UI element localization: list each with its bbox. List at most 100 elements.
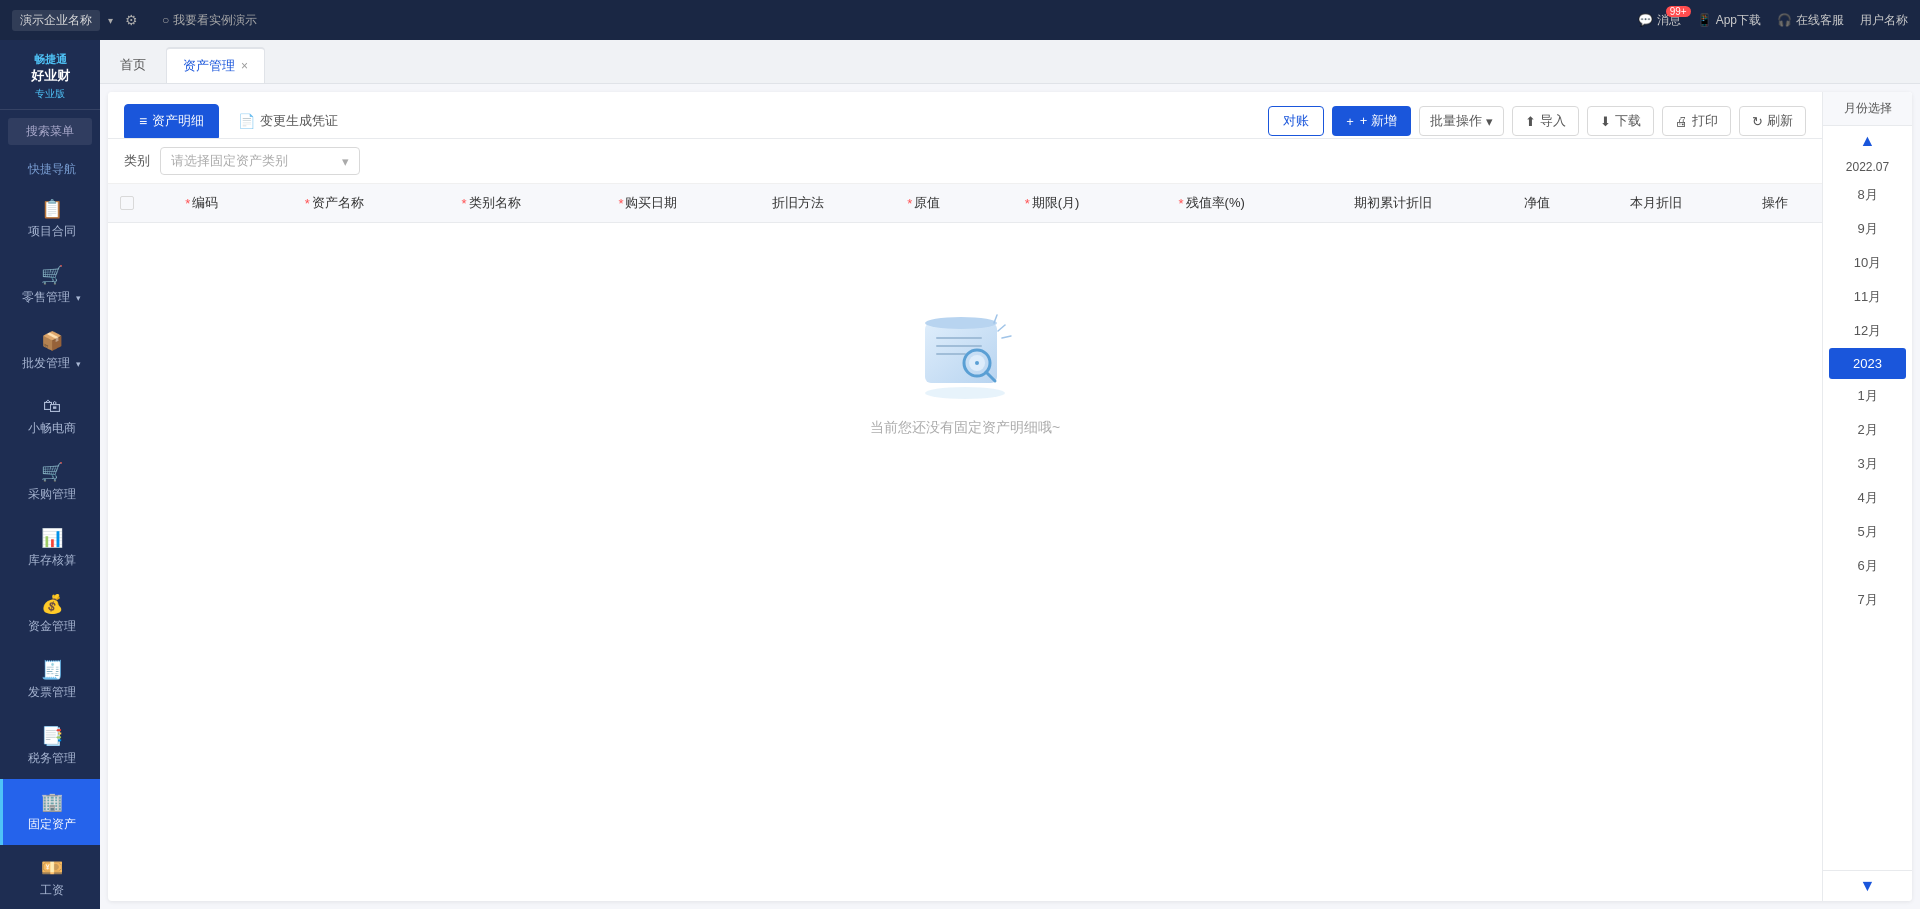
select-all-checkbox[interactable] — [120, 196, 134, 210]
add-button[interactable]: + + 新增 — [1332, 106, 1411, 136]
sidebar-item-label: 小畅电商 — [28, 421, 76, 435]
year-2023[interactable]: 2023 — [1829, 348, 1906, 379]
month-nav-up[interactable]: ▲ — [1854, 130, 1882, 152]
month-2[interactable]: 2月 — [1823, 413, 1912, 447]
search-menu-button[interactable]: 搜索菜单 — [8, 118, 92, 145]
sidebar-item-quick-nav[interactable]: 快捷导航 — [0, 153, 100, 186]
th-category-name: * 类别名称 — [413, 184, 570, 223]
month-picker-footer: ▼ — [1823, 870, 1912, 901]
print-button[interactable]: 🖨 打印 — [1662, 106, 1731, 136]
inventory-icon: 📊 — [3, 527, 100, 549]
page-content: ≡ 资产明细 📄 变更生成凭证 对账 + + 新增 — [108, 92, 1912, 901]
th-accumulated-depreciation: 期初累计折旧 — [1297, 184, 1490, 223]
empty-illustration — [905, 303, 1025, 403]
month-picker-header: 月份选择 — [1823, 92, 1912, 126]
sidebar-item-wholesale[interactable]: 📦 批发管理 — [0, 318, 100, 384]
sidebar-item-label: 固定资产 — [28, 817, 76, 831]
sidebar-item-ecommerce[interactable]: 🛍 小畅电商 — [0, 384, 100, 449]
tax-icon: 📑 — [3, 725, 100, 747]
sidebar-item-retail[interactable]: 🛒 零售管理 — [0, 252, 100, 318]
batch-arrow-icon: ▾ — [1486, 114, 1493, 129]
th-period-months: * 期限(月) — [978, 184, 1127, 223]
main-layout: 畅捷通 好业财 专业版 搜索菜单 快捷导航 📋 项目合同 🛒 零售管理 📦 批发… — [0, 40, 1920, 909]
required-star: * — [618, 196, 623, 211]
category-select[interactable]: 请选择固定资产类别 ▾ — [160, 147, 360, 175]
sidebar-item-capital[interactable]: 💰 资金管理 — [0, 581, 100, 647]
filter-category-label: 类别 — [124, 152, 150, 170]
import-button[interactable]: ⬆ 导入 — [1512, 106, 1579, 136]
th-depreciation-method: 折旧方法 — [726, 184, 870, 223]
content-area: 首页 资产管理 × ≡ 资产明细 📄 变更生成凭证 — [100, 40, 1920, 909]
settings-icon[interactable]: ⚙ — [125, 12, 138, 28]
app-name: 畅捷通 好业财 — [31, 52, 70, 85]
add-icon: + — [1346, 114, 1354, 129]
required-star: * — [462, 196, 467, 211]
month-list: 8月 9月 10月 11月 12月 2023 1月 2月 3月 4月 5月 6月… — [1823, 178, 1912, 870]
online-service-button[interactable]: 🎧 在线客服 — [1777, 12, 1844, 29]
tab-close-icon[interactable]: × — [241, 59, 248, 73]
required-star: * — [305, 196, 310, 211]
th-monthly-depreciation: 本月折旧 — [1584, 184, 1728, 223]
user-info[interactable]: 用户名称 — [1860, 12, 1908, 29]
demo-link[interactable]: ○ 我要看实例演示 — [162, 12, 257, 29]
demo-icon: ○ — [162, 13, 169, 27]
sidebar-item-purchase[interactable]: 🛒 采购管理 — [0, 449, 100, 515]
month-7[interactable]: 7月 — [1823, 583, 1912, 617]
month-6[interactable]: 6月 — [1823, 549, 1912, 583]
sub-tab-change-voucher[interactable]: 📄 变更生成凭证 — [223, 104, 353, 138]
sidebar-item-invoice[interactable]: 🧾 发票管理 — [0, 647, 100, 713]
th-residual-rate: * 残值率(%) — [1126, 184, 1297, 223]
company-name[interactable]: 演示企业名称 — [12, 10, 100, 31]
tab-asset-management[interactable]: 资产管理 × — [166, 47, 265, 83]
download-button[interactable]: ⬇ 下载 — [1587, 106, 1654, 136]
topbar-right: 💬 消息 99+ 📱 App下载 🎧 在线客服 用户名称 — [1638, 12, 1908, 29]
download-icon: ⬇ — [1600, 114, 1611, 129]
sidebar-item-label: 采购管理 — [28, 487, 76, 501]
month-3[interactable]: 3月 — [1823, 447, 1912, 481]
refresh-icon: ↻ — [1752, 114, 1763, 129]
voucher-icon: 📄 — [238, 113, 255, 129]
sidebar-item-project-contract[interactable]: 📋 项目合同 — [0, 186, 100, 252]
sub-tab-asset-detail[interactable]: ≡ 资产明细 — [124, 104, 219, 138]
month-11[interactable]: 11月 — [1823, 280, 1912, 314]
month-4[interactable]: 4月 — [1823, 481, 1912, 515]
topbar-left: 演示企业名称 ▾ ⚙ ○ 我要看实例演示 — [12, 10, 257, 31]
sub-tab-bar: ≡ 资产明细 📄 变更生成凭证 对账 + + 新增 — [108, 92, 1822, 139]
quick-nav-label: 快捷导航 — [28, 162, 76, 176]
empty-state: 当前您还没有固定资产明细哦~ — [108, 223, 1822, 517]
th-net-value: 净值 — [1490, 184, 1584, 223]
required-star: * — [907, 196, 912, 211]
required-star: * — [1025, 196, 1030, 211]
sidebar-item-label: 零售管理 — [22, 290, 70, 304]
reconcile-button[interactable]: 对账 — [1268, 106, 1324, 136]
th-original-value: * 原值 — [870, 184, 978, 223]
sidebar: 畅捷通 好业财 专业版 搜索菜单 快捷导航 📋 项目合同 🛒 零售管理 📦 批发… — [0, 40, 100, 909]
month-9[interactable]: 9月 — [1823, 212, 1912, 246]
month-5[interactable]: 5月 — [1823, 515, 1912, 549]
tab-home[interactable]: 首页 — [100, 47, 166, 83]
sidebar-item-label: 库存核算 — [28, 553, 76, 567]
refresh-button[interactable]: ↻ 刷新 — [1739, 106, 1806, 136]
sidebar-item-label: 项目合同 — [28, 224, 76, 238]
th-asset-name: * 资产名称 — [256, 184, 413, 223]
svg-line-10 — [998, 325, 1005, 331]
month-12[interactable]: 12月 — [1823, 314, 1912, 348]
empty-row: 当前您还没有固定资产明细哦~ — [108, 223, 1822, 518]
svg-point-9 — [975, 361, 979, 365]
company-dropdown-icon[interactable]: ▾ — [108, 15, 113, 26]
month-nav-down[interactable]: ▼ — [1854, 875, 1882, 897]
sidebar-item-inventory[interactable]: 📊 库存核算 — [0, 515, 100, 581]
month-8[interactable]: 8月 — [1823, 178, 1912, 212]
month-10[interactable]: 10月 — [1823, 246, 1912, 280]
sidebar-item-payroll[interactable]: 💴 工资 — [0, 845, 100, 909]
sidebar-item-tax[interactable]: 📑 税务管理 — [0, 713, 100, 779]
app-download-button[interactable]: 📱 App下载 — [1697, 12, 1761, 29]
sidebar-item-label: 批发管理 — [22, 356, 70, 370]
capital-icon: 💰 — [3, 593, 100, 615]
message-button[interactable]: 💬 消息 99+ — [1638, 12, 1681, 29]
batch-operation-button[interactable]: 批量操作 ▾ — [1419, 106, 1504, 136]
sidebar-item-fixed-assets[interactable]: 🏢 固定资产 — [0, 779, 100, 845]
th-operation: 操作 — [1727, 184, 1822, 223]
filter-bar: 类别 请选择固定资产类别 ▾ — [108, 139, 1822, 184]
month-1[interactable]: 1月 — [1823, 379, 1912, 413]
